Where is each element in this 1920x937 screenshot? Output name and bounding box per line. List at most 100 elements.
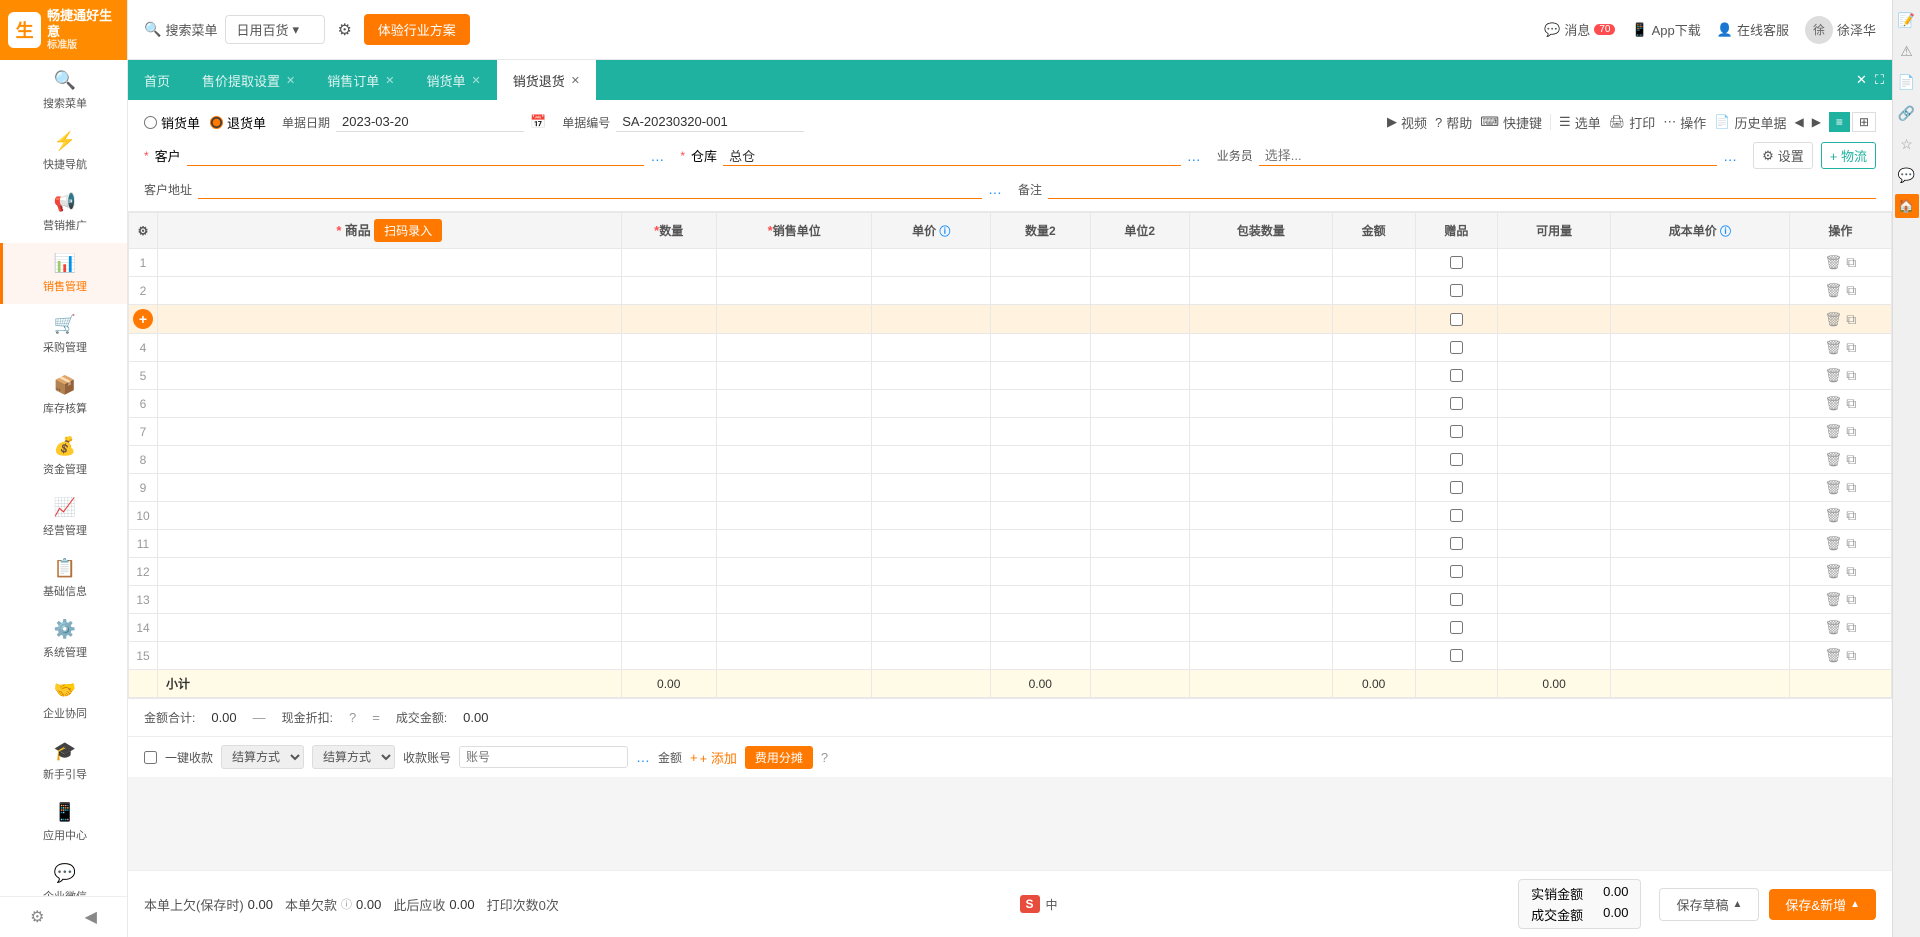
list-view-btn[interactable]: ≡ — [1829, 112, 1850, 132]
account-no-input[interactable] — [459, 746, 628, 768]
sidebar-link-icon[interactable]: 🔗 — [1894, 101, 1919, 126]
settings-button[interactable]: ⚙ — [30, 907, 44, 927]
search-menu-btn[interactable]: 🔍 搜索菜单 — [144, 20, 217, 39]
copy-icon[interactable]: ⧉ — [1846, 647, 1856, 664]
product-input[interactable] — [162, 255, 617, 270]
doc-no-input[interactable] — [616, 112, 804, 132]
gift-checkbox[interactable] — [1450, 509, 1463, 522]
discount-help-icon[interactable]: ? — [349, 710, 356, 725]
amount-cell-active[interactable] — [1332, 305, 1415, 334]
copy-icon[interactable]: ⧉ — [1846, 563, 1856, 580]
address-input[interactable] — [198, 179, 982, 199]
maximize-button[interactable]: ⛶ — [1875, 72, 1884, 88]
price-cell-active[interactable] — [872, 305, 991, 334]
qty2-cell-active[interactable] — [991, 305, 1090, 334]
collapse-button[interactable]: ◀ — [85, 907, 97, 927]
cost-price-cell[interactable] — [1611, 249, 1790, 277]
save-draft-button[interactable]: 保存草稿 ▲ — [1659, 888, 1759, 921]
gift-checkbox[interactable] — [1450, 425, 1463, 438]
close-tab-button[interactable]: ✕ — [1856, 72, 1867, 88]
print-btn[interactable]: 🖨 打印 — [1609, 113, 1656, 132]
delete-icon[interactable]: 🗑 — [1824, 395, 1842, 412]
available-cell-active[interactable] — [1498, 305, 1611, 334]
tab-home[interactable]: 首页 — [128, 60, 186, 100]
user-profile[interactable]: 徐 徐泽华 — [1805, 16, 1876, 44]
customer-dots-btn[interactable]: … — [650, 148, 664, 164]
grid-view-btn[interactable]: ⊞ — [1852, 112, 1876, 132]
unit-cell-active[interactable] — [716, 305, 872, 334]
payment-help-icon[interactable]: ? — [821, 750, 828, 765]
salesperson-input[interactable] — [1259, 146, 1717, 166]
product-cell[interactable] — [158, 249, 622, 277]
sidebar-item-wechat[interactable]: 💬 企业微信 — [0, 853, 127, 896]
qty2-cell[interactable] — [991, 277, 1090, 305]
history-btn[interactable]: 📄 历史单据 — [1714, 113, 1786, 132]
warehouse-dots-btn[interactable]: … — [1187, 148, 1201, 164]
delete-icon[interactable]: 🗑 — [1824, 282, 1842, 299]
gift-checkbox[interactable] — [1450, 537, 1463, 550]
salesperson-dots-btn[interactable]: … — [1723, 148, 1737, 164]
copy-icon[interactable]: ⧉ — [1846, 591, 1856, 608]
qty2-cell[interactable] — [991, 249, 1090, 277]
gift-checkbox[interactable] — [1450, 284, 1463, 297]
product-input-active[interactable] — [162, 312, 617, 327]
delete-icon[interactable]: 🗑 — [1824, 367, 1842, 384]
barcode-scan-button[interactable]: 扫码录入 — [374, 219, 442, 242]
help-btn[interactable]: ? 帮助 — [1435, 113, 1472, 132]
sidebar-item-finance[interactable]: 💰 资金管理 — [0, 426, 127, 487]
operations-btn[interactable]: ⋯ 操作 — [1663, 113, 1706, 132]
delete-icon[interactable]: 🗑 — [1824, 591, 1842, 608]
add-row-button[interactable]: + — [133, 309, 153, 329]
tab-sales-return[interactable]: 销货退货 ✕ — [497, 60, 596, 100]
sidebar-item-system[interactable]: ⚙️ 系统管理 — [0, 609, 127, 670]
close-icon[interactable]: ✕ — [286, 74, 295, 87]
sidebar-item-newbie[interactable]: 🎓 新手引导 — [0, 731, 127, 792]
calc-method-select[interactable]: 结算方式 — [221, 745, 304, 769]
tab-price-extract[interactable]: 售价提取设置 ✕ — [186, 60, 311, 100]
message-btn[interactable]: 💬 消息 70 — [1544, 20, 1615, 39]
amount-cell[interactable] — [1332, 277, 1415, 305]
price-cell[interactable] — [872, 277, 991, 305]
copy-icon[interactable]: ⧉ — [1846, 339, 1856, 356]
available-cell[interactable] — [1498, 249, 1611, 277]
sidebar-item-apps[interactable]: 📱 应用中心 — [0, 792, 127, 853]
sidebar-item-shortcut[interactable]: ⚡ 快捷导航 — [0, 121, 127, 182]
copy-icon[interactable]: ⧉ — [1846, 619, 1856, 636]
gift-checkbox[interactable] — [1450, 621, 1463, 634]
pack-qty-cell[interactable] — [1189, 249, 1332, 277]
copy-icon[interactable]: ⧉ — [1846, 311, 1856, 328]
sidebar-item-purchase[interactable]: 🛒 采购管理 — [0, 304, 127, 365]
sidebar-item-basic[interactable]: 📋 基础信息 — [0, 548, 127, 609]
close-icon[interactable]: ✕ — [472, 74, 481, 87]
delete-icon[interactable]: 🗑 — [1824, 507, 1842, 524]
radio-invoice[interactable]: 销货单 — [144, 113, 200, 132]
unit2-cell[interactable] — [1090, 277, 1189, 305]
unit-cell[interactable] — [716, 249, 872, 277]
account-select[interactable]: 结算方式 — [312, 745, 395, 769]
pack-qty-cell[interactable] — [1189, 277, 1332, 305]
one-key-checkbox[interactable] — [144, 751, 157, 764]
product-cell-active[interactable] — [158, 305, 622, 334]
copy-icon[interactable]: ⧉ — [1846, 507, 1856, 524]
gift-checkbox[interactable] — [1450, 369, 1463, 382]
app-download-btn[interactable]: 📱 App下载 — [1631, 20, 1700, 39]
gift-checkbox[interactable] — [1450, 313, 1463, 326]
cost-price-cell-active[interactable] — [1611, 305, 1790, 334]
video-btn[interactable]: ▶ 视频 — [1387, 113, 1427, 132]
topbar-gear-icon[interactable]: ⚙ — [333, 16, 355, 44]
expense-split-button[interactable]: 费用分摊 — [745, 746, 813, 769]
gift-checkbox[interactable] — [1450, 256, 1463, 269]
unit2-cell-active[interactable] — [1090, 305, 1189, 334]
logistics-button[interactable]: + 物流 — [1821, 142, 1876, 169]
copy-icon[interactable]: ⧉ — [1846, 423, 1856, 440]
sidebar-item-inventory[interactable]: 📦 库存核算 — [0, 365, 127, 426]
delete-icon[interactable]: 🗑 — [1824, 535, 1842, 552]
pack-qty-cell-active[interactable] — [1189, 305, 1332, 334]
copy-icon[interactable]: ⧉ — [1846, 395, 1856, 412]
delete-icon[interactable]: 🗑 — [1824, 311, 1842, 328]
copy-icon[interactable]: ⧉ — [1846, 535, 1856, 552]
copy-icon[interactable]: ⧉ — [1846, 451, 1856, 468]
gift-checkbox[interactable] — [1450, 453, 1463, 466]
delete-icon[interactable]: 🗑 — [1824, 619, 1842, 636]
prev-btn[interactable]: ◀ — [1794, 115, 1803, 129]
